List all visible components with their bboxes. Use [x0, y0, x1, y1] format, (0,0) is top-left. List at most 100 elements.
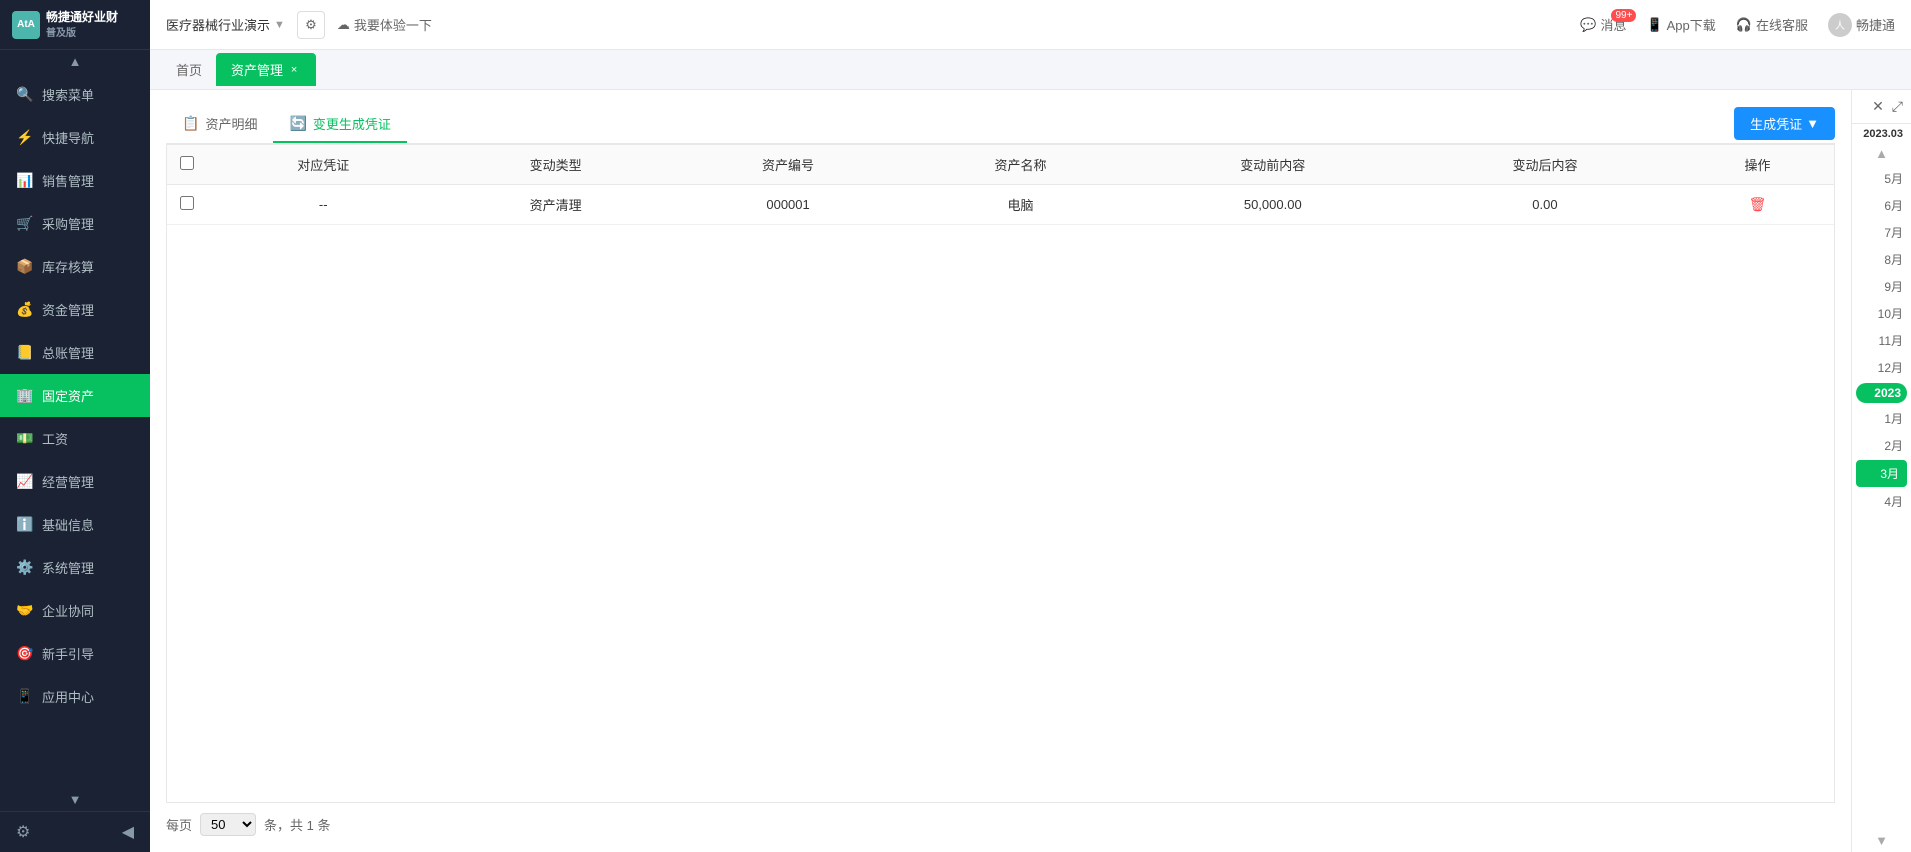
avatar: 人 — [1828, 13, 1852, 37]
asset-code-column-header: 资产编号 — [672, 145, 904, 185]
sidebar-item-sales[interactable]: 📊 销售管理 — [0, 159, 150, 202]
row-action: 🗑 — [1681, 185, 1834, 225]
sub-tab-change-voucher[interactable]: 🔄 变更生成凭证 — [273, 106, 406, 143]
data-table: 对应凭证 变动类型 资产编号 资产名称 — [166, 144, 1835, 803]
sidebar-item-operations[interactable]: 📈 经营管理 — [0, 460, 150, 503]
salary-icon: 💵 — [16, 430, 34, 448]
action-column-header: 操作 — [1681, 145, 1834, 185]
try-experience-button[interactable]: ☁ 我要体验一下 — [337, 15, 432, 34]
tab-label: 资产管理 — [231, 60, 283, 79]
sidebar-item-label: 企业协同 — [42, 601, 94, 620]
row-checkbox[interactable] — [180, 196, 194, 210]
sub-tabs: 📋 资产明细 🔄 变更生成凭证 生成凭证 ▼ — [166, 106, 1835, 144]
settings-gear-icon[interactable]: ⚙ — [16, 822, 30, 842]
sidebar-item-label: 系统管理 — [42, 558, 94, 577]
row-after-change: 0.00 — [1409, 185, 1681, 225]
month-item-6[interactable]: 6月 — [1852, 192, 1911, 219]
after-change-column-header: 变动后内容 — [1409, 145, 1681, 185]
online-service-button[interactable]: 🎧 在线客服 — [1736, 15, 1808, 34]
pagination: 每页 10 20 50 100 条，共 1 条 — [166, 803, 1835, 836]
search-icon: 🔍 — [16, 86, 34, 104]
sidebar-item-label: 工资 — [42, 429, 68, 448]
sidebar-item-basic-info[interactable]: ℹ️ 基础信息 — [0, 503, 150, 546]
app-download-button[interactable]: 📱 App下载 — [1646, 15, 1715, 34]
tab-asset-management[interactable]: 资产管理 × — [216, 53, 316, 86]
fixed-assets-icon: 🏢 — [16, 387, 34, 405]
collapse-icon[interactable]: ◀ — [122, 822, 134, 842]
sidebar-item-purchase[interactable]: 🛒 采购管理 — [0, 202, 150, 245]
change-voucher-icon: 🔄 — [289, 115, 306, 132]
year-2023[interactable]: 2023 — [1856, 383, 1907, 403]
sidebar-item-label: 基础信息 — [42, 515, 94, 534]
voucher-column-header: 对应凭证 — [207, 145, 439, 185]
sidebar-item-fund[interactable]: 💰 资金管理 — [0, 288, 150, 331]
asset-management-panel: 📋 资产明细 🔄 变更生成凭证 生成凭证 ▼ — [150, 90, 1851, 852]
total-count: 条，共 1 条 — [264, 815, 330, 834]
row-asset-name: 电脑 — [904, 185, 1136, 225]
headset-icon: 🎧 — [1736, 17, 1752, 33]
month-item-9[interactable]: 9月 — [1852, 273, 1911, 300]
sidebar-item-quick-nav[interactable]: ⚡ 快捷导航 — [0, 116, 150, 159]
topbar: 医疗器械行业演示 ▼ ⚙ ☁ 我要体验一下 💬 消息 99+ 📱 App下载 🎧… — [150, 0, 1911, 50]
sidebar-bottom: ⚙ ◀ — [0, 811, 150, 852]
topbar-right: 💬 消息 99+ 📱 App下载 🎧 在线客服 人 畅捷通 — [1580, 13, 1895, 37]
month-item-8[interactable]: 8月 — [1852, 246, 1911, 273]
sidebar-logo: AtA 畅捷通好业财 普及版 — [0, 0, 150, 50]
generate-voucher-button[interactable]: 生成凭证 ▼ — [1734, 107, 1835, 140]
tabbar: 首页 资产管理 × — [150, 50, 1911, 90]
company-name: 医疗器械行业演示 — [166, 15, 270, 34]
month-item-12[interactable]: 12月 — [1852, 354, 1911, 381]
year-month-header: 2023.03 — [1852, 124, 1911, 142]
month-list: 5月 6月 7月 8月 9月 10月 11月 12月 2023 1月 2月 3月… — [1852, 165, 1911, 829]
quick-nav-icon: ⚡ — [16, 129, 34, 147]
month-item-5[interactable]: 5月 — [1852, 165, 1911, 192]
company-selector[interactable]: 医疗器械行业演示 ▼ — [166, 15, 285, 34]
panel-header: ✕ ⤢ — [1852, 90, 1911, 124]
delete-row-button[interactable]: 🗑 — [1749, 196, 1767, 213]
message-badge: 99+ — [1611, 9, 1636, 22]
logo-icon: AtA — [12, 11, 40, 39]
sidebar-item-enterprise[interactable]: 🤝 企业协同 — [0, 589, 150, 632]
dropdown-arrow-icon: ▼ — [1806, 116, 1819, 131]
month-item-1[interactable]: 1月 — [1852, 405, 1911, 432]
sidebar-item-guide[interactable]: 🎯 新手引导 — [0, 632, 150, 675]
month-scroll-down[interactable]: ▼ — [1852, 829, 1911, 852]
sidebar-scroll-up[interactable]: ▲ — [0, 50, 150, 73]
row-before-change: 50,000.00 — [1137, 185, 1409, 225]
sidebar-item-salary[interactable]: 💵 工资 — [0, 417, 150, 460]
sidebar: AtA 畅捷通好业财 普及版 ▲ 🔍 搜索菜单 ⚡ 快捷导航 📊 销售管理 🛒 … — [0, 0, 150, 852]
cloud-icon: ☁ — [337, 17, 350, 33]
tab-home[interactable]: 首页 — [166, 54, 212, 85]
per-page-label: 每页 — [166, 815, 192, 834]
asset-name-column-header: 资产名称 — [904, 145, 1136, 185]
basic-info-icon: ℹ️ — [16, 516, 34, 534]
sidebar-item-inventory[interactable]: 📦 库存核算 — [0, 245, 150, 288]
sub-tab-asset-detail[interactable]: 📋 资产明细 — [166, 106, 273, 143]
guide-icon: 🎯 — [16, 645, 34, 663]
month-scroll-up[interactable]: ▲ — [1852, 142, 1911, 165]
sidebar-item-system[interactable]: ⚙️ 系统管理 — [0, 546, 150, 589]
sidebar-item-fixed-assets[interactable]: 🏢 固定资产 — [0, 374, 150, 417]
close-panel-button[interactable]: ✕ — [1870, 96, 1886, 117]
per-page-select[interactable]: 10 20 50 100 — [200, 813, 256, 836]
settings-button[interactable]: ⚙ — [297, 11, 325, 39]
month-item-3[interactable]: 3月 — [1856, 460, 1907, 487]
sidebar-item-search[interactable]: 🔍 搜索菜单 — [0, 73, 150, 116]
mobile-icon: 📱 — [1646, 17, 1662, 33]
purchase-icon: 🛒 — [16, 215, 34, 233]
message-button[interactable]: 💬 消息 99+ — [1580, 15, 1626, 34]
month-item-10[interactable]: 10月 — [1852, 300, 1911, 327]
tab-close-button[interactable]: × — [287, 63, 301, 77]
sidebar-scroll-down[interactable]: ▼ — [0, 788, 150, 811]
month-item-4[interactable]: 4月 — [1852, 488, 1911, 515]
sidebar-item-apps[interactable]: 📱 应用中心 — [0, 675, 150, 718]
operations-icon: 📈 — [16, 473, 34, 491]
expand-panel-button[interactable]: ⤢ — [1890, 96, 1905, 117]
month-item-7[interactable]: 7月 — [1852, 219, 1911, 246]
select-all-checkbox[interactable] — [180, 156, 194, 170]
month-item-11[interactable]: 11月 — [1852, 327, 1911, 354]
month-item-2[interactable]: 2月 — [1852, 432, 1911, 459]
user-menu[interactable]: 人 畅捷通 — [1828, 13, 1895, 37]
right-date-panel: ✕ ⤢ 2023.03 ▲ 5月 6月 7月 8月 9月 10月 11月 12月… — [1851, 90, 1911, 852]
sidebar-item-ledger[interactable]: 📒 总账管理 — [0, 331, 150, 374]
